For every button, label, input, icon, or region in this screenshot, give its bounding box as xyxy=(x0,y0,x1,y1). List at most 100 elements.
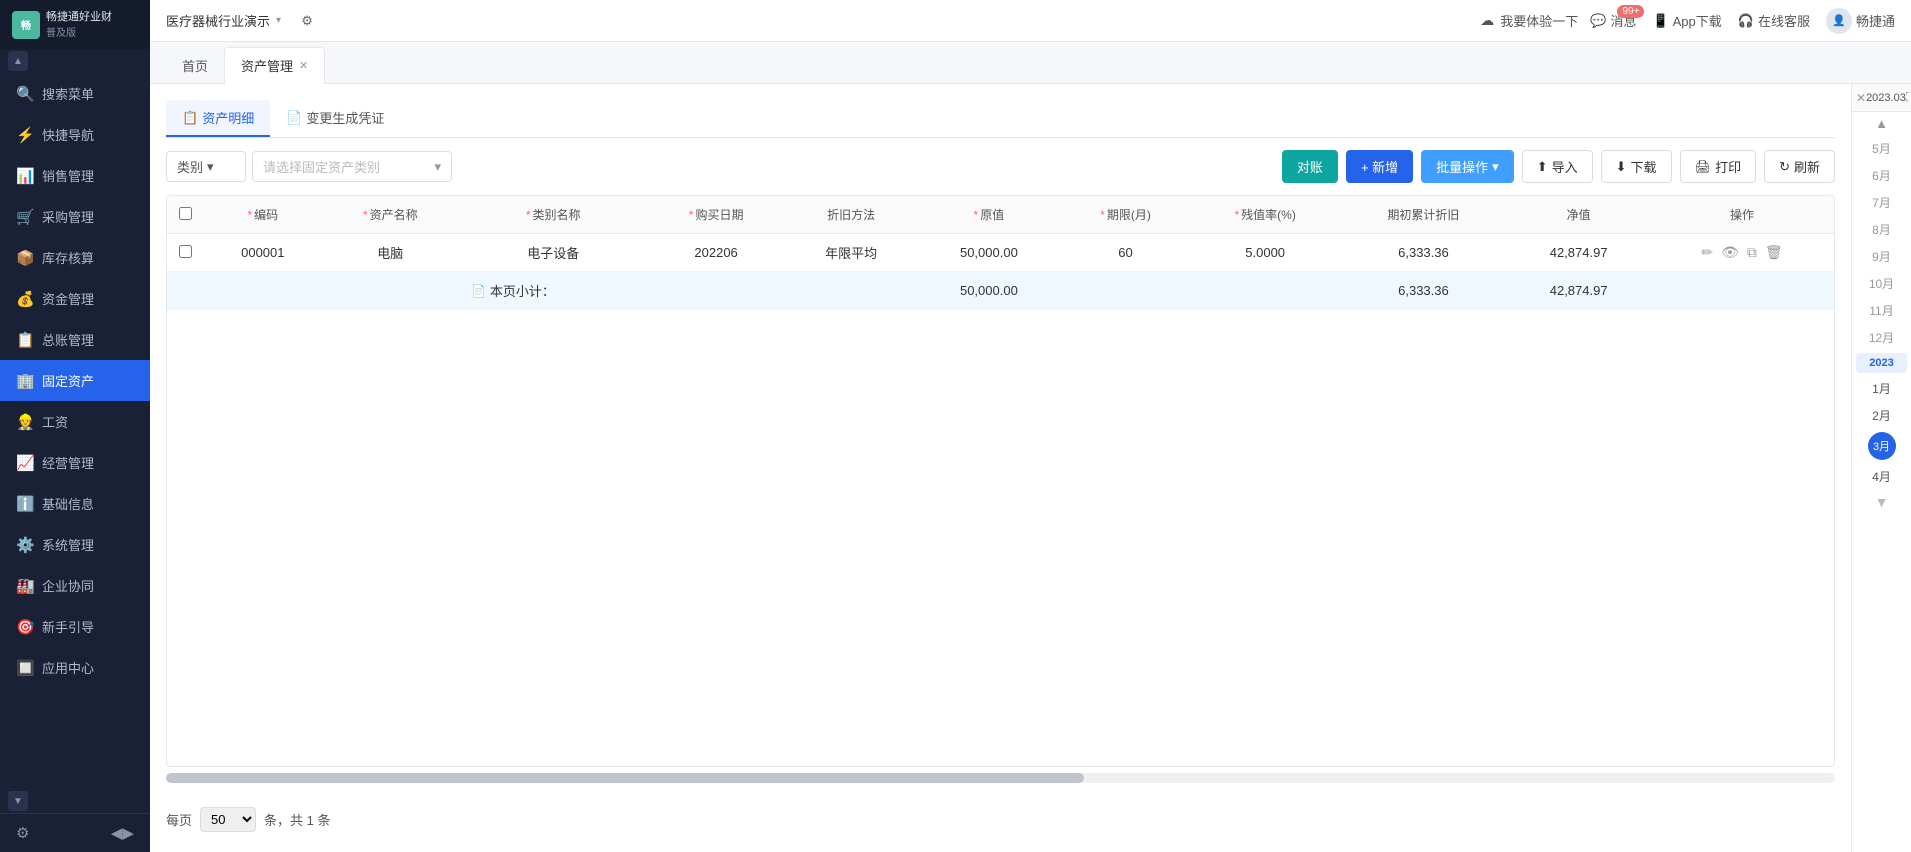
sidebar-item-system[interactable]: ⚙️ 系统管理 xyxy=(0,524,150,565)
timeline-month-11[interactable]: 11月 xyxy=(1852,297,1911,324)
cell-action: ✏ 👁 ⧉ 🗑 xyxy=(1650,234,1834,272)
service-icon: 🎧 xyxy=(1738,13,1754,29)
timeline-month-8[interactable]: 8月 xyxy=(1852,216,1911,243)
chevron-down-icon: ▾ xyxy=(434,159,441,175)
timeline-month-7[interactable]: 7月 xyxy=(1852,189,1911,216)
subtotal-empty-1 xyxy=(167,272,204,310)
company-selector[interactable]: 医疗器械行业演示 ▾ xyxy=(166,11,281,30)
header-original-value: *原值 xyxy=(917,196,1060,234)
panel-year-label: 2023.03 xyxy=(1866,92,1906,104)
subtotal-empty-5 xyxy=(785,272,918,310)
category-select[interactable]: 类别 ▾ xyxy=(166,151,246,182)
reconcile-button[interactable]: 对账 xyxy=(1282,150,1338,183)
import-button[interactable]: ⬆ 导入 xyxy=(1522,150,1593,183)
timeline-month-3-active[interactable]: 3月 xyxy=(1868,432,1896,460)
settings-icon[interactable]: ⚙ xyxy=(16,824,29,842)
timeline-month-10[interactable]: 10月 xyxy=(1852,270,1911,297)
fixed-assets-icon: 🏢 xyxy=(16,372,34,390)
header-action: 操作 xyxy=(1650,196,1834,234)
settings-button[interactable]: ⚙ xyxy=(293,7,321,35)
sidebar-item-inventory[interactable]: 📦 库存核算 xyxy=(0,237,150,278)
subtab-asset-detail[interactable]: 📋 资产明细 xyxy=(166,100,270,137)
delete-icon[interactable]: 🗑 xyxy=(1765,244,1783,261)
online-service-button[interactable]: 🎧 在线客服 xyxy=(1738,11,1810,30)
right-panel: ✕ 2023.03 ⛶ ▲ 5月 6月 7月 8月 9月 10月 11月 12月… xyxy=(1851,84,1911,852)
timeline-up-arrow[interactable]: ▲ xyxy=(1852,112,1911,135)
collapse-icon[interactable]: ◀▶ xyxy=(111,824,134,842)
expand-icon[interactable]: ⛶ xyxy=(1906,90,1911,105)
sidebar-item-quick-nav[interactable]: ⚡ 快捷导航 xyxy=(0,114,150,155)
timeline-month-5[interactable]: 5月 xyxy=(1852,135,1911,162)
search-icon: 🔍 xyxy=(16,85,34,103)
sidebar-item-apps[interactable]: 🔲 应用中心 xyxy=(0,647,150,688)
sidebar-item-sales[interactable]: 📊 销售管理 xyxy=(0,155,150,196)
tab-asset-management[interactable]: 资产管理 ✕ xyxy=(224,47,325,84)
timeline-down-container: ▼ xyxy=(1852,490,1911,514)
subtab-voucher[interactable]: 📄 变更生成凭证 xyxy=(270,100,400,137)
quick-nav-icon: ⚡ xyxy=(16,126,34,144)
user-menu[interactable]: 👤 畅捷通 xyxy=(1826,8,1895,34)
select-all-checkbox[interactable] xyxy=(179,207,192,220)
close-icon[interactable]: ✕ xyxy=(1856,91,1866,105)
subtotal-net-value: 42,874.97 xyxy=(1507,272,1650,310)
new-button[interactable]: + 新增 xyxy=(1346,150,1413,183)
sidebar-item-guide[interactable]: 🎯 新手引导 xyxy=(0,606,150,647)
header-residual-rate: *残值率(%) xyxy=(1191,196,1340,234)
sidebar-item-search[interactable]: 🔍 搜索菜单 xyxy=(0,73,150,114)
sales-icon: 📊 xyxy=(16,167,34,185)
row-checkbox-cell[interactable] xyxy=(167,234,204,272)
topbar: 医疗器械行业演示 ▾ ⚙ ☁ 我要体验一下 💬 消息 99+ 📱 App下载 🎧… xyxy=(150,0,1911,42)
sidebar-item-basic-info[interactable]: ℹ️ 基础信息 xyxy=(0,483,150,524)
sidebar-item-enterprise[interactable]: 🏭 企业协同 xyxy=(0,565,150,606)
tab-close-icon[interactable]: ✕ xyxy=(299,59,308,72)
guide-icon: 🎯 xyxy=(16,618,34,636)
view-icon[interactable]: 👁 xyxy=(1721,244,1739,261)
timeline-month-6[interactable]: 6月 xyxy=(1852,162,1911,189)
notification-button[interactable]: 💬 消息 99+ xyxy=(1590,11,1636,30)
batch-button[interactable]: 批量操作 ▾ xyxy=(1421,150,1514,183)
sidebar-item-purchase[interactable]: 🛒 采购管理 xyxy=(0,196,150,237)
horizontal-scrollbar[interactable] xyxy=(166,773,1835,791)
header-name: *资产名称 xyxy=(322,196,459,234)
tabbar: 首页 资产管理 ✕ xyxy=(150,42,1911,84)
sidebar-scroll-down[interactable]: ▼ xyxy=(8,791,28,811)
sidebar-item-funds[interactable]: 💰 资金管理 xyxy=(0,278,150,319)
operations-icon: 📈 xyxy=(16,454,34,472)
print-button[interactable]: 🖨 打印 xyxy=(1680,150,1757,183)
sidebar-item-salary[interactable]: 👷 工资 xyxy=(0,401,150,442)
category-input[interactable]: 请选择固定资产类别 ▾ xyxy=(252,151,452,182)
asset-detail-icon: 📋 xyxy=(182,110,198,126)
subtotal-empty-6 xyxy=(1060,272,1190,310)
import-icon: ⬆ xyxy=(1537,159,1548,175)
download-button[interactable]: ⬇ 下载 xyxy=(1601,150,1672,183)
purchase-icon: 🛒 xyxy=(16,208,34,226)
per-page-select[interactable]: 10 20 50 100 xyxy=(200,807,256,832)
chevron-down-icon: ▾ xyxy=(276,15,281,26)
app-download-button[interactable]: 📱 App下载 xyxy=(1652,11,1721,30)
header-checkbox[interactable] xyxy=(167,196,204,234)
refresh-button[interactable]: ↻ 刷新 xyxy=(1764,150,1835,183)
row-checkbox[interactable] xyxy=(179,245,192,258)
timeline-year-2023[interactable]: 2023 xyxy=(1856,353,1907,373)
timeline-month-2[interactable]: 2月 xyxy=(1852,402,1911,429)
sidebar-item-ledger[interactable]: 📋 总账管理 xyxy=(0,319,150,360)
timeline-down-arrow[interactable]: ▼ xyxy=(1875,494,1889,510)
data-table: *编码 *资产名称 *类别名称 *购买日期 折旧方法 *原值 *期限(月) *残… xyxy=(167,196,1834,310)
right-panel-header: ✕ 2023.03 ⛶ xyxy=(1852,84,1911,112)
timeline-month-9[interactable]: 9月 xyxy=(1852,243,1911,270)
edit-icon[interactable]: ✏ xyxy=(1701,244,1713,261)
basic-info-icon: ℹ️ xyxy=(16,495,34,513)
copy-icon[interactable]: ⧉ xyxy=(1747,244,1757,261)
content-main: 📋 资产明细 📄 变更生成凭证 类别 ▾ xyxy=(150,84,1851,852)
subtotal-icon: 📄 xyxy=(471,284,486,298)
experience-button[interactable]: ☁ 我要体验一下 xyxy=(1480,11,1578,30)
header-accumulated-depreciation: 期初累计折旧 xyxy=(1340,196,1508,234)
timeline-month-12[interactable]: 12月 xyxy=(1852,324,1911,351)
timeline-month-1[interactable]: 1月 xyxy=(1852,375,1911,402)
sidebar-item-fixed-assets[interactable]: 🏢 固定资产 xyxy=(0,360,150,401)
timeline-month-4[interactable]: 4月 xyxy=(1852,463,1911,490)
tab-home[interactable]: 首页 xyxy=(166,48,224,83)
sidebar-item-operations[interactable]: 📈 经营管理 xyxy=(0,442,150,483)
subtotal-empty-2 xyxy=(204,272,322,310)
sidebar-scroll-up[interactable]: ▲ xyxy=(8,51,28,71)
